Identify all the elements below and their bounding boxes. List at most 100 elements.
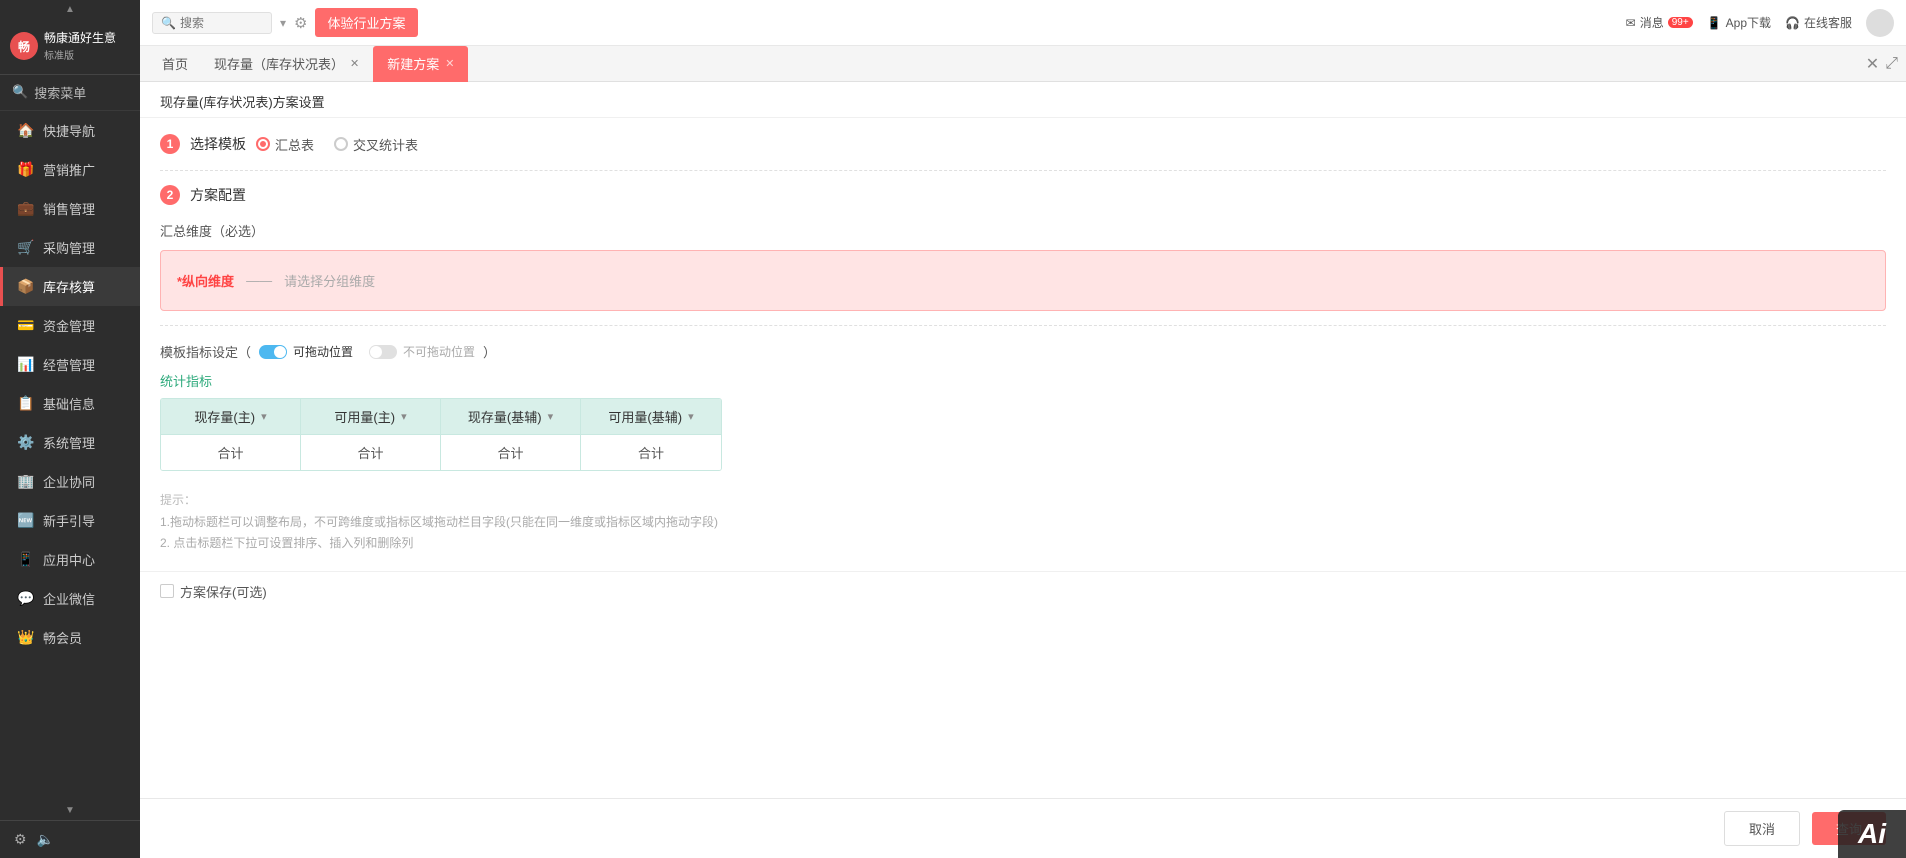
tab-new-scheme[interactable]: 新建方案 ✕ [373, 46, 468, 82]
stats-col-header-label-0: 现存量(主) [194, 407, 255, 426]
box-icon: 📦 [17, 277, 35, 295]
message-badge: 99+ [1668, 17, 1693, 28]
sidebar-item-system[interactable]: ⚙️ 系统管理 [0, 423, 140, 462]
tab-home[interactable]: 首页 [150, 46, 200, 82]
stats-col-1: 可用量(主) ▾ 合计 [301, 399, 441, 470]
toggle-non-draggable[interactable]: 不可拖动位置 [369, 343, 475, 360]
speaker-icon[interactable]: 🔈 [37, 831, 54, 848]
toggle-draggable[interactable]: 可拖动位置 [259, 343, 353, 360]
stats-col-header-2[interactable]: 现存量(基辅) ▾ [441, 399, 580, 435]
sidebar: ▲ 畅 畅康通好生意 标准版 🔍 搜索菜单 🏠 快捷导航 🎁 营销推广 💼 销售… [0, 0, 140, 858]
indicator-label-text: 模板指标设定（ [160, 342, 251, 361]
cancel-button[interactable]: 取消 [1724, 811, 1800, 846]
stats-col-0: 现存量(主) ▾ 合计 [161, 399, 301, 470]
toggle-draggable-pill[interactable] [259, 345, 287, 359]
app-name: 畅康通好生意 [44, 31, 116, 47]
app-label: App下载 [1726, 14, 1771, 31]
tabbar: 首页 现存量（库存状况表） ✕ 新建方案 ✕ ✕ ⤢ [140, 46, 1906, 82]
stats-col-header-3[interactable]: 可用量(基辅) ▾ [581, 399, 721, 435]
sidebar-scroll-down[interactable]: ▼ [0, 801, 140, 820]
industry-scheme-button[interactable]: 体验行业方案 [315, 8, 417, 37]
stats-col-3: 可用量(基辅) ▾ 合计 [581, 399, 721, 470]
gear-icon: ⚙️ [17, 433, 35, 451]
radio-summary[interactable]: 汇总表 [256, 135, 314, 154]
app-logo-icon: 畅 [10, 32, 38, 60]
chevron-down-icon[interactable]: ▾ [280, 16, 286, 30]
tab-inventory-close-icon[interactable]: ✕ [350, 57, 359, 70]
sidebar-item-newbie[interactable]: 🆕 新手引导 [0, 501, 140, 540]
sidebar-item-label: 新手引导 [43, 511, 95, 530]
step2-num: 2 [160, 185, 180, 205]
sidebar-item-purchase[interactable]: 🛒 采购管理 [0, 228, 140, 267]
sidebar-scroll-up[interactable]: ▲ [0, 0, 140, 19]
stats-col-header-0[interactable]: 现存量(主) ▾ [161, 399, 300, 435]
chevron-down-icon-0: ▾ [261, 410, 267, 423]
sidebar-item-enterprise[interactable]: 🏢 企业协同 [0, 462, 140, 501]
sidebar-item-marketing[interactable]: 🎁 营销推广 [0, 150, 140, 189]
search-icon: 🔍 [12, 84, 28, 100]
radio-cross-label: 交叉统计表 [353, 135, 418, 154]
stats-col-cell-3: 合计 [581, 435, 721, 470]
step2-label: 方案配置 [190, 185, 246, 205]
sidebar-item-member[interactable]: 👑 畅会员 [0, 618, 140, 657]
topbar-gear-icon[interactable]: ⚙ [294, 14, 307, 32]
toggle-non-draggable-pill[interactable] [369, 345, 397, 359]
chart-icon: 📊 [17, 355, 35, 373]
form-section: 1 选择模板 汇总表 交叉统计表 [140, 118, 1906, 571]
sidebar-item-sales[interactable]: 💼 销售管理 [0, 189, 140, 228]
stats-col-header-1[interactable]: 可用量(主) ▾ [301, 399, 440, 435]
main-area: 🔍 ▾ ⚙ 体验行业方案 ✉ 消息 99+ 📱 App下载 🎧 在线客服 [140, 0, 1906, 858]
ai-watermark: Ai [1838, 810, 1906, 858]
message-label: 消息 [1640, 14, 1664, 31]
page-title: 现存量(库存状况表)方案设置 [160, 95, 325, 110]
dim-section-label: 汇总维度（必选） [160, 221, 1886, 240]
sidebar-item-finance[interactable]: 💳 资金管理 [0, 306, 140, 345]
stats-col-cell-0: 合计 [161, 435, 300, 470]
step2-row: 2 方案配置 [160, 185, 1886, 205]
dim-placeholder: 请选择分组维度 [284, 271, 375, 290]
radio-summary-label: 汇总表 [275, 135, 314, 154]
topbar-search-box[interactable]: 🔍 [152, 12, 272, 34]
user-avatar[interactable] [1866, 9, 1894, 37]
sidebar-item-label: 经营管理 [43, 355, 95, 374]
new-icon: 🆕 [17, 511, 35, 529]
tab-home-label: 首页 [162, 54, 188, 73]
topbar-search-input[interactable] [180, 16, 240, 30]
tab-close-all-icon[interactable]: ✕ [1866, 54, 1879, 74]
sidebar-item-label: 企业协同 [43, 472, 95, 491]
dim-box[interactable]: *纵向维度 —— 请选择分组维度 [160, 250, 1886, 311]
dim-required-star: *纵向维度 [177, 271, 234, 290]
stats-title: 统计指标 [160, 371, 1886, 390]
settings-icon[interactable]: ⚙ [14, 831, 27, 848]
stats-table: 现存量(主) ▾ 合计 可用量(主) ▾ 合计 [160, 398, 722, 471]
sidebar-item-wechat[interactable]: 💬 企业微信 [0, 579, 140, 618]
sidebar-item-label: 营销推广 [43, 160, 95, 179]
crown-icon: 👑 [17, 628, 35, 646]
save-checkbox[interactable] [160, 584, 174, 598]
stats-col-header-label-2: 现存量(基辅) [468, 407, 542, 426]
step1-label: 选择模板 [190, 134, 246, 154]
wechat-icon: 💬 [17, 589, 35, 607]
toggle-non-draggable-label: 不可拖动位置 [403, 343, 475, 360]
sidebar-search[interactable]: 🔍 搜索菜单 [0, 75, 140, 111]
card-icon: 💳 [17, 316, 35, 334]
tab-expand-icon[interactable]: ⤢ [1885, 55, 1898, 73]
sidebar-nav: 🏠 快捷导航 🎁 营销推广 💼 销售管理 🛒 采购管理 📦 库存核算 💳 资金管… [0, 111, 140, 801]
sidebar-item-management[interactable]: 📊 经营管理 [0, 345, 140, 384]
sidebar-item-basic-info[interactable]: 📋 基础信息 [0, 384, 140, 423]
sidebar-item-label: 企业微信 [43, 589, 95, 608]
sidebar-item-quick-nav[interactable]: 🏠 快捷导航 [0, 111, 140, 150]
save-option-label: 方案保存(可选) [180, 582, 267, 601]
stats-section: 统计指标 现存量(主) ▾ 合计 [160, 371, 1886, 474]
tab-new-scheme-close-icon[interactable]: ✕ [445, 57, 454, 70]
sidebar-item-app-center[interactable]: 📱 应用中心 [0, 540, 140, 579]
sidebar-item-inventory[interactable]: 📦 库存核算 [0, 267, 140, 306]
topbar-message[interactable]: ✉ 消息 99+ [1626, 14, 1693, 31]
topbar-app-download[interactable]: 📱 App下载 [1707, 14, 1771, 31]
tab-inventory-status[interactable]: 现存量（库存状况表） ✕ [200, 46, 373, 82]
toggle-non-draggable-knob [370, 346, 382, 358]
step1-row: 1 选择模板 汇总表 交叉统计表 [160, 134, 1886, 154]
sidebar-item-label: 采购管理 [43, 238, 95, 257]
radio-cross[interactable]: 交叉统计表 [334, 135, 418, 154]
topbar-online-service[interactable]: 🎧 在线客服 [1785, 14, 1852, 31]
